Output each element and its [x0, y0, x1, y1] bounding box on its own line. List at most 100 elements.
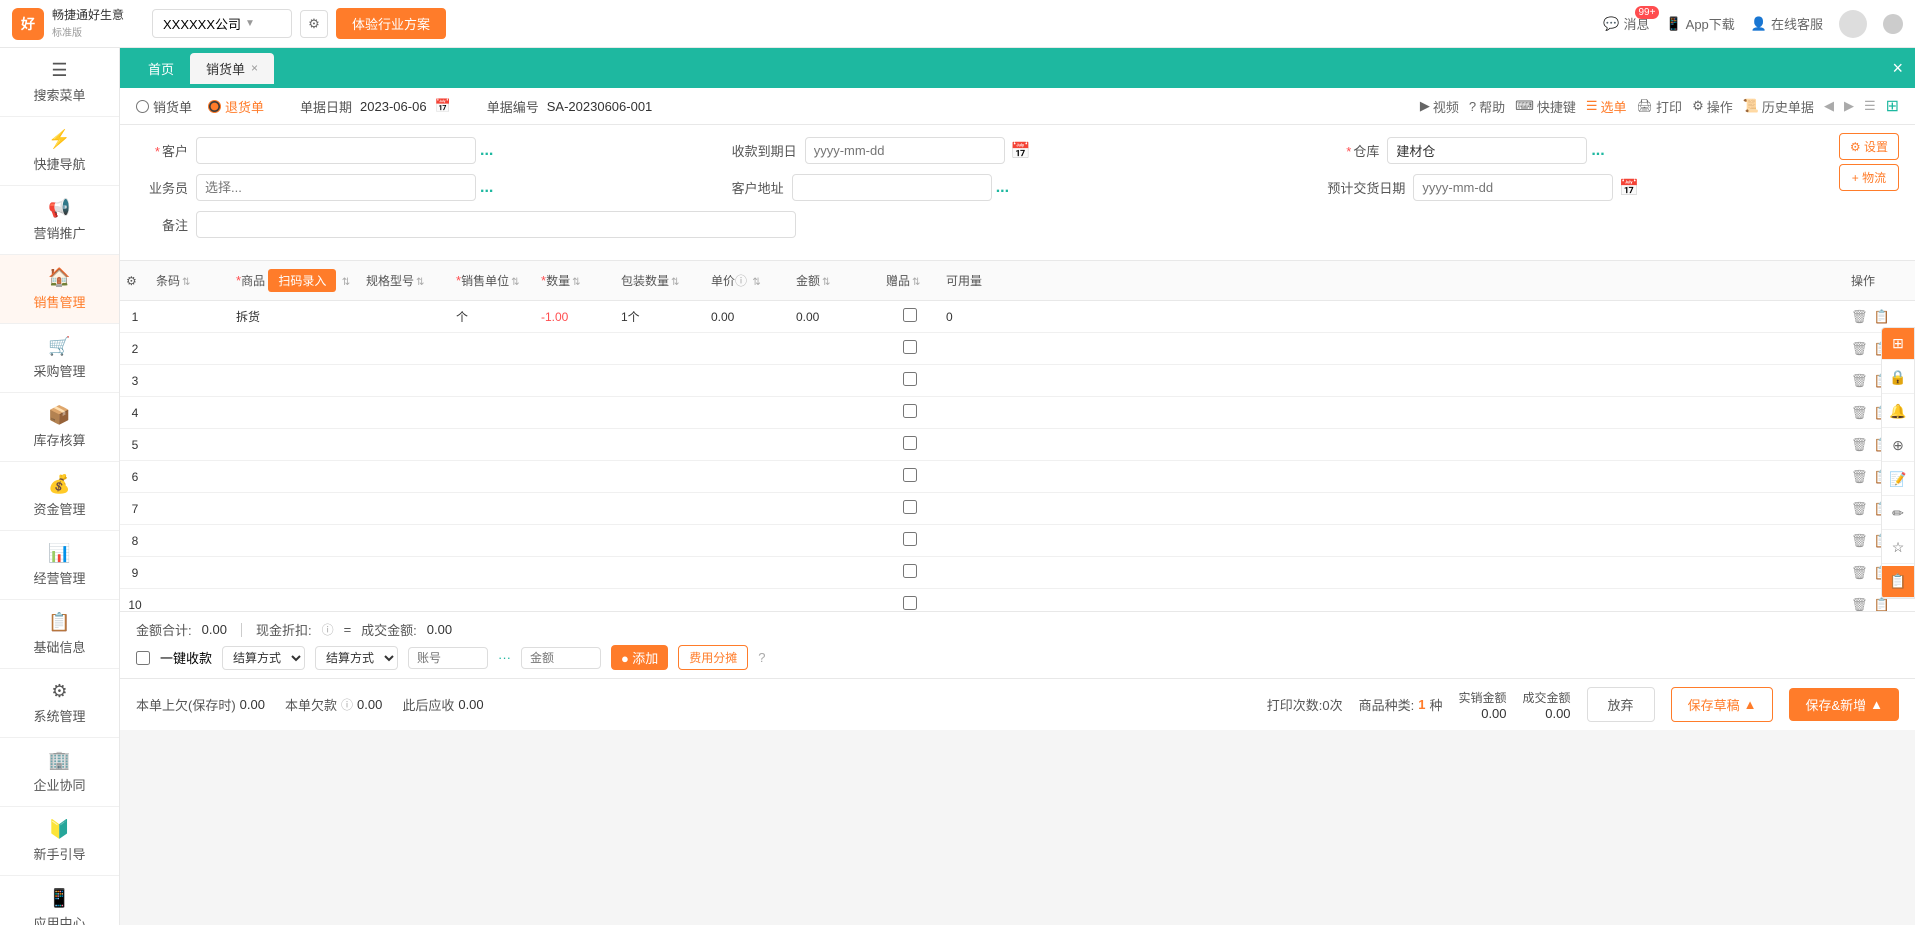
row-amount[interactable]	[790, 557, 880, 589]
delete-icon[interactable]: 🗑	[1851, 469, 1868, 485]
app-download-button[interactable]: 📱 App下载	[1665, 14, 1734, 33]
row-product[interactable]	[230, 493, 360, 525]
row-qty[interactable]	[535, 525, 615, 557]
row-qty[interactable]	[535, 557, 615, 589]
row-price[interactable]	[705, 429, 790, 461]
save-new-button[interactable]: 保存&新增 ▲	[1789, 688, 1899, 721]
delete-icon[interactable]: 🗑	[1851, 437, 1868, 453]
row-gift[interactable]	[880, 429, 940, 461]
row-price[interactable]: 0.00	[705, 301, 790, 333]
layout-icon1[interactable]: ☰	[1864, 98, 1876, 114]
row-pack-qty[interactable]: 1个	[615, 301, 705, 333]
account-dots[interactable]: ···	[498, 650, 511, 665]
sort-product[interactable]: ⇅	[342, 277, 350, 288]
row-pack-qty[interactable]	[615, 461, 705, 493]
row-gift[interactable]	[880, 525, 940, 557]
row-unit[interactable]: 个	[450, 301, 535, 333]
row-product[interactable]	[230, 397, 360, 429]
sidebar-item-quick-nav[interactable]: ⚡ 快捷导航	[0, 117, 119, 186]
rt-btn-6[interactable]: ✏	[1882, 498, 1914, 530]
row-qty[interactable]	[535, 461, 615, 493]
row-pack-qty[interactable]	[615, 493, 705, 525]
sidebar-item-search[interactable]: ☰ 搜索菜单	[0, 48, 119, 117]
sidebar-item-finance[interactable]: 💰 资金管理	[0, 462, 119, 531]
sort-barcode[interactable]: ⇅	[182, 277, 190, 288]
message-button[interactable]: 💬 消息 99+	[1603, 14, 1649, 33]
save-draft-button[interactable]: 保存草稿 ▲	[1671, 687, 1774, 722]
select-link[interactable]: ☰ 选单	[1586, 97, 1627, 116]
row-spec[interactable]	[360, 589, 450, 612]
row-pack-qty[interactable]	[615, 365, 705, 397]
online-service-button[interactable]: 👤 在线客服	[1751, 14, 1823, 33]
sort-price[interactable]: ⇅	[752, 277, 760, 288]
sidebar-item-enterprise[interactable]: 🏢 企业协同	[0, 738, 119, 807]
sort-gift[interactable]: ⇅	[912, 277, 920, 288]
row-amount[interactable]	[790, 429, 880, 461]
warehouse-input[interactable]	[1387, 137, 1587, 164]
sidebar-item-inventory[interactable]: 📦 库存核算	[0, 393, 119, 462]
sidebar-item-guide[interactable]: 🔰 新手引导	[0, 807, 119, 876]
row-product[interactable]	[230, 365, 360, 397]
row-product[interactable]	[230, 589, 360, 612]
row-product[interactable]	[230, 429, 360, 461]
sort-qty[interactable]: ⇅	[572, 277, 580, 288]
row-amount[interactable]	[790, 333, 880, 365]
row-spec[interactable]	[360, 333, 450, 365]
rt-btn-2[interactable]: 🔒	[1882, 362, 1914, 394]
row-spec[interactable]	[360, 461, 450, 493]
row-barcode[interactable]	[150, 589, 230, 612]
window-close-button[interactable]: ×	[1892, 58, 1903, 79]
row-spec[interactable]	[360, 429, 450, 461]
row-gift[interactable]	[880, 493, 940, 525]
warehouse-dots[interactable]: ...	[1591, 142, 1604, 160]
rt-btn-1[interactable]: ⊞	[1882, 328, 1914, 360]
history-link[interactable]: 📜 历史单据	[1743, 97, 1814, 116]
row-price[interactable]	[705, 397, 790, 429]
row-gift[interactable]	[880, 397, 940, 429]
row-gift[interactable]	[880, 557, 940, 589]
settlement-method2-select[interactable]: 结算方式	[315, 646, 398, 670]
row-gift[interactable]	[880, 589, 940, 612]
settings-button-form[interactable]: ⚙ 设置	[1839, 133, 1899, 160]
remark-input[interactable]	[196, 211, 796, 238]
row-unit[interactable]	[450, 525, 535, 557]
table-container[interactable]: ⚙ 条码⇅ *商品 扫码录入 ⇅ 规格型号⇅	[120, 261, 1915, 611]
delete-icon[interactable]: 🗑	[1851, 533, 1868, 549]
row-gift[interactable]	[880, 301, 940, 333]
row-pack-qty[interactable]	[615, 525, 705, 557]
delete-icon[interactable]: 🗑	[1851, 597, 1868, 612]
row-barcode[interactable]	[150, 461, 230, 493]
account-input[interactable]	[408, 647, 488, 669]
cumulative-info-icon[interactable]: ⓘ	[341, 696, 353, 713]
row-spec[interactable]	[360, 493, 450, 525]
row-qty[interactable]	[535, 429, 615, 461]
rt-btn-5[interactable]: 📝	[1882, 464, 1914, 496]
row-unit[interactable]	[450, 557, 535, 589]
sidebar-item-purchase[interactable]: 🛒 采购管理	[0, 324, 119, 393]
price-info-icon[interactable]: ⓘ	[735, 274, 747, 288]
row-unit[interactable]	[450, 493, 535, 525]
expected-date-calendar-icon[interactable]: 📅	[1619, 178, 1639, 198]
row-amount[interactable]	[790, 461, 880, 493]
sidebar-item-base[interactable]: 📋 基础信息	[0, 600, 119, 669]
sales-order-radio-input[interactable]	[136, 100, 149, 113]
settings-button[interactable]: ⚙	[300, 10, 328, 38]
row-price[interactable]	[705, 333, 790, 365]
row-qty[interactable]	[535, 589, 615, 612]
col-settings[interactable]: ⚙	[120, 261, 150, 301]
row-barcode[interactable]	[150, 557, 230, 589]
row-price[interactable]	[705, 557, 790, 589]
row-barcode[interactable]	[150, 525, 230, 557]
row-price[interactable]	[705, 589, 790, 612]
amount-input[interactable]	[521, 647, 601, 669]
row-pack-qty[interactable]	[615, 397, 705, 429]
customer-dots[interactable]: ...	[480, 142, 493, 160]
row-gift[interactable]	[880, 365, 940, 397]
row-gift[interactable]	[880, 461, 940, 493]
expected-date-input[interactable]	[1413, 174, 1613, 201]
nav-prev-btn[interactable]: ◀	[1824, 98, 1834, 114]
scan-button[interactable]: 扫码录入	[268, 269, 336, 292]
rt-btn-7[interactable]: ☆	[1882, 532, 1914, 564]
row-qty[interactable]: -1.00	[535, 301, 615, 333]
row-product[interactable]: 拆货	[230, 301, 360, 333]
